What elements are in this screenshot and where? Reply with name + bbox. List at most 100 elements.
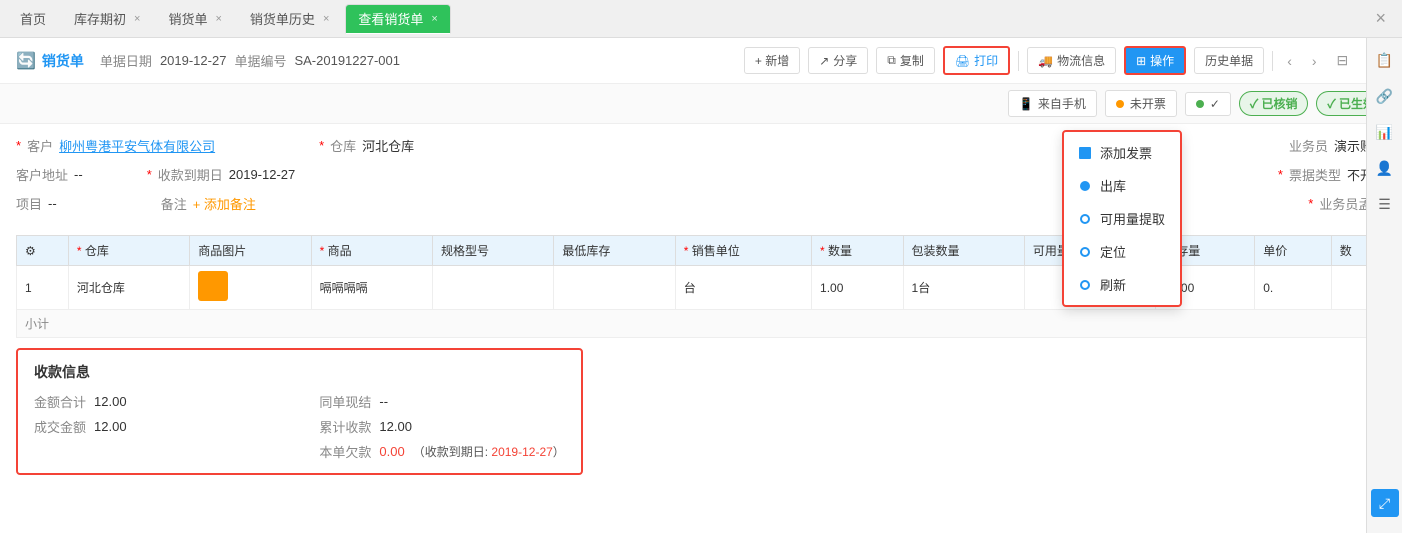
- customer-field: * 客户 柳州粤港平安气体有限公司: [16, 136, 215, 155]
- tab-bar: 首页 库存期初 × 销货单 × 销货单历史 × 查看销货单 × ×: [0, 0, 1402, 38]
- logistics-icon: 🚚: [1038, 54, 1053, 68]
- date-value: 2019-12-27: [160, 53, 227, 68]
- cell-product: 嗝嗝嗝嗝: [311, 266, 432, 310]
- sidebar-user-icon[interactable]: 👤: [1371, 154, 1399, 182]
- copy-button[interactable]: ⧉ 复制: [876, 47, 935, 74]
- payment-title: 收款信息: [34, 362, 565, 382]
- address-value: --: [74, 167, 83, 182]
- doc-title-text: 销货单: [42, 51, 84, 71]
- menu-item-refresh[interactable]: 刷新: [1064, 268, 1180, 301]
- sidebar-chart-icon[interactable]: 📊: [1371, 118, 1399, 146]
- refresh-icon: [1078, 278, 1092, 292]
- global-close-button[interactable]: ×: [1367, 4, 1394, 33]
- customer-value[interactable]: 柳州粤港平安气体有限公司: [59, 136, 215, 155]
- payment-row-deal: 成交金额 12.00: [34, 417, 279, 436]
- menu-item-add-invoice[interactable]: 添加发票: [1064, 136, 1180, 169]
- cell-warehouse: 河北仓库: [68, 266, 189, 310]
- col-pack-qty: 包装数量: [903, 236, 1024, 266]
- tab-sales-history[interactable]: 销货单历史 ×: [238, 4, 341, 34]
- doc-header: 🔄 销货单 单据日期 2019-12-27 单据编号 SA-20191227-0…: [0, 38, 1402, 84]
- confirm-button[interactable]: ✓: [1185, 92, 1231, 116]
- copy-icon: ⧉: [887, 53, 896, 68]
- tab-inventory[interactable]: 库存期初 ×: [62, 4, 152, 34]
- menu-item-location[interactable]: 定位: [1064, 235, 1180, 268]
- outbound-icon: [1078, 179, 1092, 193]
- checked-badge: ✓ 已核销: [1239, 91, 1309, 116]
- grid-icon: ⊞: [1136, 54, 1146, 68]
- location-icon: [1078, 245, 1092, 259]
- payment-row-total: 金额合计 12.00: [34, 392, 279, 411]
- address-field: 客户地址 --: [16, 165, 83, 184]
- col-warehouse: * 仓库: [68, 236, 189, 266]
- remark-field: 备注 + 添加备注: [161, 194, 256, 213]
- add-invoice-icon: [1078, 146, 1092, 160]
- separator-1: [1018, 51, 1019, 71]
- share-icon: ↗: [819, 54, 829, 68]
- payment-row-same-settlement: 同单现结 --: [319, 392, 564, 411]
- nav-prev[interactable]: ‹: [1281, 49, 1298, 73]
- menu-item-outbound[interactable]: 出库: [1064, 169, 1180, 202]
- col-qty: * 数量: [812, 236, 904, 266]
- nav-next[interactable]: ›: [1306, 49, 1323, 73]
- date-label: 单据日期: [100, 51, 152, 70]
- sidebar-note-icon[interactable]: 📋: [1371, 46, 1399, 74]
- warehouse-value: 河北仓库: [362, 136, 414, 155]
- share-button[interactable]: ↗ 分享: [808, 47, 868, 74]
- toolbar-row: 📱 来自手机 未开票 ✓ ✓ 已核销 ✓ 已生效: [0, 84, 1402, 124]
- separator-2: [1272, 51, 1273, 71]
- col-product: * 商品: [311, 236, 432, 266]
- tab-view-sales[interactable]: 查看销货单 ×: [345, 4, 450, 34]
- print-button[interactable]: 🖨 打印: [943, 46, 1010, 75]
- col-price: 单价: [1255, 236, 1332, 266]
- sidebar-list-icon[interactable]: ☰: [1371, 190, 1399, 218]
- cell-price: 0.: [1255, 266, 1332, 310]
- product-image: [198, 271, 228, 301]
- add-note-button[interactable]: + 添加备注: [193, 194, 256, 213]
- cell-unit: 台: [675, 266, 811, 310]
- tab-close-inventory[interactable]: ×: [134, 13, 140, 25]
- col-image: 商品图片: [190, 236, 311, 266]
- from-mobile-button[interactable]: 📱 来自手机: [1008, 90, 1097, 117]
- history-button[interactable]: 历史单据: [1194, 47, 1264, 74]
- cell-pack-qty: 1台: [903, 266, 1024, 310]
- tab-home[interactable]: 首页: [8, 4, 58, 34]
- sidebar-expand-icon[interactable]: ⤢: [1371, 489, 1399, 517]
- logistics-button[interactable]: 🚚 物流信息: [1027, 47, 1116, 74]
- col-unit: * 销售单位: [675, 236, 811, 266]
- tab-close-sales-history[interactable]: ×: [323, 13, 329, 25]
- print-icon: 🖨: [955, 54, 970, 68]
- view-grid-icon[interactable]: ⊟: [1331, 48, 1355, 73]
- menu-item-available-qty[interactable]: 可用量提取: [1064, 202, 1180, 235]
- doc-meta: 单据日期 2019-12-27 单据编号 SA-20191227-001: [100, 51, 400, 70]
- not-opened-button[interactable]: 未开票: [1105, 90, 1177, 117]
- operation-button[interactable]: ⊞ 操作: [1124, 46, 1186, 75]
- doc-title-icon: 🔄: [16, 51, 36, 71]
- tab-sales-order[interactable]: 销货单 ×: [156, 4, 233, 34]
- dropdown-menu: 添加发票 出库 可用量提取 定位 刷新: [1062, 130, 1182, 307]
- available-qty-icon: [1078, 212, 1092, 226]
- header-actions: + 新增 ↗ 分享 ⧉ 复制 🖨 打印 🚚 物流信息 ⊞ 操作: [744, 46, 1386, 75]
- cell-rownum: 1: [17, 266, 69, 310]
- tab-close-sales-order[interactable]: ×: [215, 13, 221, 25]
- payment-row-owed: 本单欠款 0.00 （收款到期日: 2019-12-27）: [319, 442, 564, 461]
- warehouse-field: * 仓库 河北仓库: [319, 136, 414, 155]
- main-content: 🔄 销货单 单据日期 2019-12-27 单据编号 SA-20191227-0…: [0, 38, 1402, 533]
- mobile-icon: 📱: [1019, 97, 1034, 111]
- due-date-field: * 收款到期日 2019-12-27: [147, 165, 296, 184]
- subtotal-row: 小计: [17, 310, 1386, 338]
- cell-qty: 1.00: [812, 266, 904, 310]
- subtotal-label: 小计: [17, 310, 1386, 338]
- docnum-value: SA-20191227-001: [294, 53, 400, 68]
- owed-value: 0.00: [379, 444, 404, 459]
- col-gear: ⚙: [17, 236, 69, 266]
- due-date-value: 2019-12-27: [229, 167, 296, 182]
- payment-grid: 金额合计 12.00 同单现结 -- 成交金额 12.00 累计收款 12.00…: [34, 392, 565, 461]
- cell-min-stock: [554, 266, 675, 310]
- col-min-stock: 最低库存: [554, 236, 675, 266]
- new-button[interactable]: + 新增: [744, 47, 800, 74]
- col-spec: 规格型号: [432, 236, 553, 266]
- tab-close-view-sales[interactable]: ×: [431, 13, 437, 25]
- right-sidebar: 📋 🔗 📊 👤 ☰ ⤢: [1366, 38, 1402, 533]
- docnum-label: 单据编号: [234, 51, 286, 70]
- sidebar-link-icon[interactable]: 🔗: [1371, 82, 1399, 110]
